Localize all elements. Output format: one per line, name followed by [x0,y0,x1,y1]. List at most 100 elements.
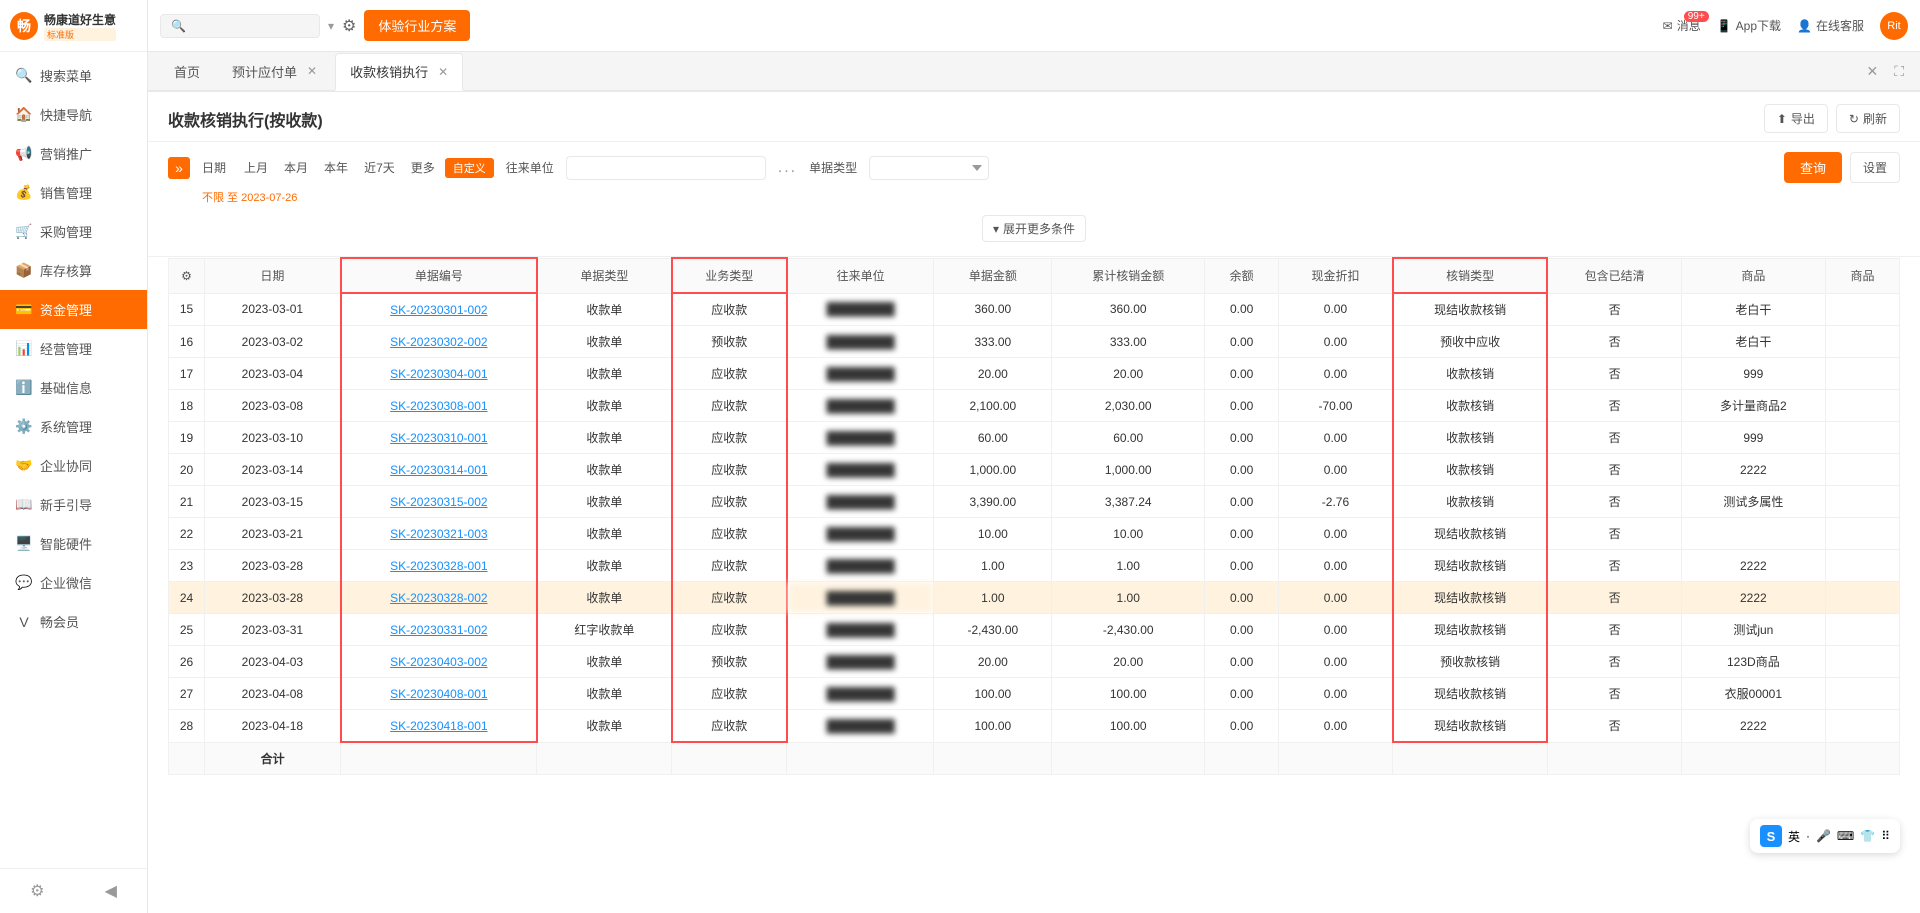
tab-prepay[interactable]: 预计应付单 ✕ [218,54,331,91]
filter-custom-btn[interactable]: 自定义 [445,158,494,178]
table-cell[interactable]: SK-20230408-001 [341,678,537,710]
tab-close-prepay[interactable]: ✕ [307,64,317,78]
sidebar-item-quick[interactable]: 🏠快捷导航 [0,95,147,134]
table-cell[interactable]: 应收款 [672,550,787,582]
filter-party-input[interactable] [566,156,766,180]
tab-close-collection[interactable]: ✕ [438,65,448,79]
table-cell[interactable]: SK-20230328-002 [341,582,537,614]
doc-link[interactable]: SK-20230315-002 [390,495,487,509]
table-cell[interactable]: 应收款 [672,486,787,518]
expand-more-btn[interactable]: ▾ 展开更多条件 [982,215,1086,242]
table-cell[interactable]: 应收款 [672,358,787,390]
doc-link[interactable]: SK-20230418-001 [390,719,487,733]
doc-link[interactable]: SK-20230321-003 [390,527,487,541]
table-cell[interactable]: 现结收款核销 [1393,550,1548,582]
doc-link[interactable]: SK-20230328-002 [390,591,487,605]
table-cell[interactable]: 应收款 [672,422,787,454]
table-cell[interactable]: SK-20230418-001 [341,710,537,743]
sidebar-item-finance[interactable]: 💳资金管理 [0,290,147,329]
doc-link[interactable]: SK-20230408-001 [390,687,487,701]
doc-link[interactable]: SK-20230310-001 [390,431,487,445]
doc-link[interactable]: SK-20230308-001 [390,399,487,413]
tab-home[interactable]: 首页 [160,54,214,89]
table-cell[interactable]: SK-20230321-003 [341,518,537,550]
sidebar-item-operation[interactable]: 📊经营管理 [0,329,147,368]
table-cell[interactable]: 现结收款核销 [1393,518,1548,550]
table-cell[interactable]: SK-20230314-001 [341,454,537,486]
sidebar-item-system[interactable]: ⚙️系统管理 [0,407,147,446]
table-cell[interactable]: SK-20230304-001 [341,358,537,390]
table-cell[interactable]: 收款核销 [1393,358,1548,390]
settings-button[interactable]: 设置 [1850,152,1900,183]
sidebar-item-sales[interactable]: 💰销售管理 [0,173,147,212]
table-cell[interactable]: 应收款 [672,614,787,646]
doc-link[interactable]: SK-20230328-001 [390,559,487,573]
table-cell[interactable]: SK-20230310-001 [341,422,537,454]
table-cell[interactable]: 现结收款核销 [1393,614,1548,646]
table-cell[interactable]: 应收款 [672,582,787,614]
header-gear-icon[interactable]: ⚙ [342,16,356,36]
sidebar-item-marketing[interactable]: 📢营销推广 [0,134,147,173]
table-cell[interactable]: 应收款 [672,390,787,422]
collapse-icon[interactable]: ◀ [97,877,125,905]
table-cell[interactable]: SK-20230308-001 [341,390,537,422]
table-cell[interactable]: 收款核销 [1393,390,1548,422]
user-avatar[interactable]: Rit [1880,12,1908,40]
filter-date-this-year[interactable]: 本年 [318,157,354,178]
corner-badge-shirt[interactable]: 👕 [1860,829,1875,843]
filter-date-7days[interactable]: 近7天 [358,157,401,178]
doc-link[interactable]: SK-20230331-002 [390,623,487,637]
sidebar-item-wechat[interactable]: 💬企业微信 [0,563,147,602]
table-cell[interactable]: 现结收款核销 [1393,293,1548,326]
service-action[interactable]: 👤 在线客服 [1797,17,1864,34]
filter-doc-type-select[interactable] [869,156,989,180]
table-cell[interactable]: 收款核销 [1393,454,1548,486]
table-cell[interactable]: 应收款 [672,454,787,486]
filter-toggle-btn[interactable]: » [168,157,190,179]
sidebar-item-inventory[interactable]: 📦库存核算 [0,251,147,290]
doc-link[interactable]: SK-20230302-002 [390,335,487,349]
query-button[interactable]: 查询 [1784,152,1842,183]
header-chevron-icon[interactable]: ▾ [328,19,334,33]
header-search[interactable]: 🔍 [160,14,320,38]
filter-date-more[interactable]: 更多 [405,157,441,178]
table-cell[interactable]: 收款核销 [1393,422,1548,454]
message-action[interactable]: ✉ 消息 99+ [1663,17,1701,34]
doc-link[interactable]: SK-20230314-001 [390,463,487,477]
sidebar-item-search[interactable]: 🔍搜索菜单 [0,56,147,95]
refresh-button[interactable]: ↻ 刷新 [1836,104,1900,133]
corner-badge-keyboard[interactable]: ⌨ [1837,829,1854,843]
sidebar-item-enterprise[interactable]: 🤝企业协同 [0,446,147,485]
table-cell[interactable]: 应收款 [672,678,787,710]
filter-date-this-month[interactable]: 本月 [278,157,314,178]
doc-link[interactable]: SK-20230301-002 [390,303,487,317]
tab-collection[interactable]: 收款核销执行 ✕ [335,53,463,91]
doc-link[interactable]: SK-20230304-001 [390,367,487,381]
corner-badge-mic[interactable]: 🎤 [1816,829,1831,843]
filter-date-last-month[interactable]: 上月 [238,157,274,178]
table-cell[interactable]: 应收款 [672,710,787,743]
table-cell[interactable]: 应收款 [672,518,787,550]
settings-footer-icon[interactable]: ⚙ [22,877,52,905]
table-cell[interactable]: SK-20230328-001 [341,550,537,582]
solution-button[interactable]: 体验行业方案 [364,10,470,41]
table-cell[interactable]: 预收款 [672,326,787,358]
app-download-action[interactable]: 📱 App下载 [1717,17,1781,34]
table-cell[interactable]: 应收款 [672,293,787,326]
sidebar-item-member[interactable]: V畅会员 [0,602,147,641]
table-cell[interactable]: 现结收款核销 [1393,710,1548,743]
table-cell[interactable]: SK-20230315-002 [341,486,537,518]
doc-link[interactable]: SK-20230403-002 [390,655,487,669]
sidebar-item-guide[interactable]: 📖新手引导 [0,485,147,524]
table-cell[interactable]: 现结收款核销 [1393,582,1548,614]
tab-maximize-icon[interactable]: ⛶ [1890,59,1908,84]
sidebar-item-basic[interactable]: ℹ️基础信息 [0,368,147,407]
table-cell[interactable]: SK-20230301-002 [341,293,537,326]
export-button[interactable]: ⬆ 导出 [1764,104,1828,133]
table-cell[interactable]: 预收中应收 [1393,326,1548,358]
table-cell[interactable]: 收款核销 [1393,486,1548,518]
corner-badge-grid[interactable]: ⠿ [1881,829,1890,843]
table-cell[interactable]: 现结收款核销 [1393,678,1548,710]
tab-close-all-icon[interactable]: ✕ [1862,59,1882,84]
sidebar-item-purchase[interactable]: 🛒采购管理 [0,212,147,251]
